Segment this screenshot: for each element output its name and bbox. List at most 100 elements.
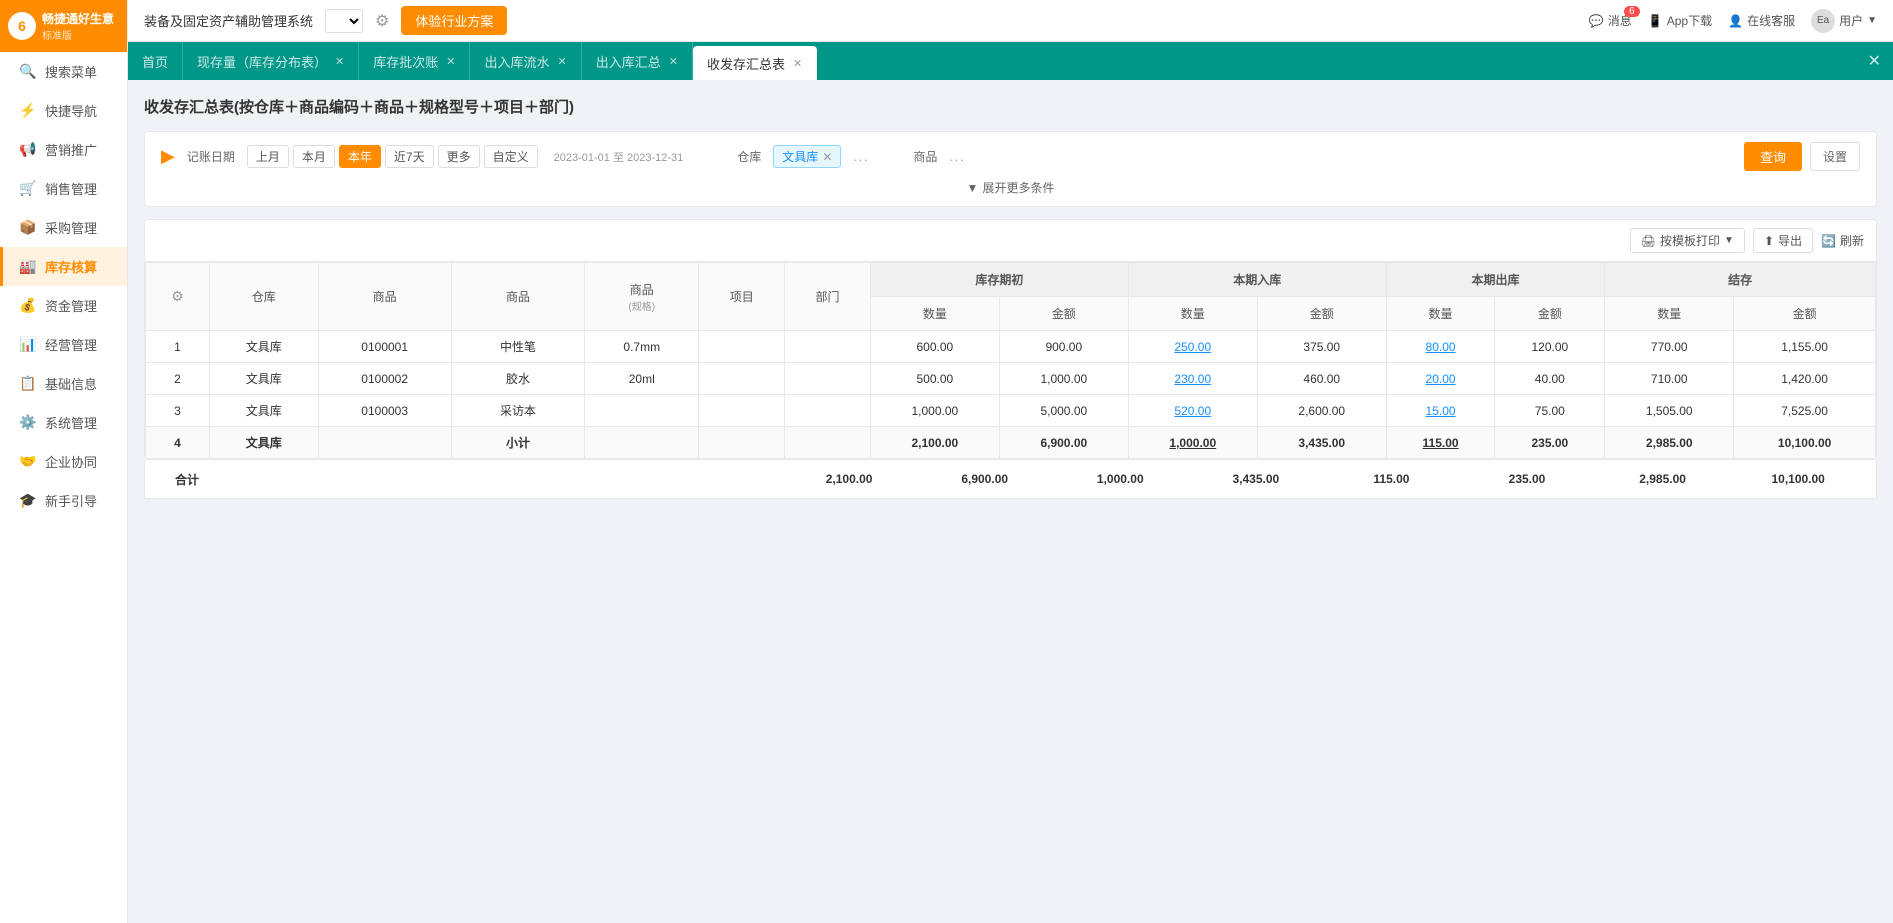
message-btn[interactable]: 💬 消息 6	[1589, 12, 1632, 29]
tab-[interactable]: 出入库汇总✕	[582, 42, 693, 80]
inventory-icon: 🏭	[19, 258, 37, 275]
warehouse-tag-close[interactable]: ✕	[822, 150, 832, 164]
row-idx: 2	[146, 363, 210, 395]
date-btn-this-year[interactable]: 本年	[339, 145, 381, 168]
tab-[interactable]: 现存量（库存分布表）✕	[183, 42, 359, 80]
date-btn-last-month[interactable]: 上月	[247, 145, 289, 168]
tab-[interactable]: 库存批次账✕	[359, 42, 470, 80]
row-in-qty[interactable]: 1,000.00	[1128, 427, 1257, 459]
app-download-btn[interactable]: 📱 App下载	[1648, 12, 1712, 29]
tab-close-icon[interactable]: ✕	[335, 55, 344, 68]
row-in-qty[interactable]: 250.00	[1128, 331, 1257, 363]
sidebar-item-search[interactable]: 🔍搜索菜单	[0, 52, 127, 91]
row-open-qty: 1,000.00	[870, 395, 999, 427]
outbound-qty-link[interactable]: 15.00	[1426, 404, 1456, 418]
tab-[interactable]: 收发存汇总表✕	[693, 46, 817, 80]
filter-toggle-icon[interactable]: ▶	[161, 146, 175, 167]
sidebar-item-ops[interactable]: 📊经营管理	[0, 325, 127, 364]
table-row: 3 文具库 0100003 采访本 1,000.00 5,000.00 520.…	[146, 395, 1876, 427]
sidebar-item-system[interactable]: ⚙️系统管理	[0, 403, 127, 442]
print-btn[interactable]: 🖨 按模板打印 ▼	[1630, 228, 1745, 253]
row-out-qty[interactable]: 80.00	[1386, 331, 1495, 363]
outbound-qty-subtotal: 115.00	[1423, 436, 1459, 450]
row-warehouse: 文具库	[209, 395, 318, 427]
date-btn-custom[interactable]: 自定义	[484, 145, 538, 168]
tab-bar-close-btn[interactable]: ✕	[1856, 51, 1893, 71]
footer-bal-amt: 10,100.00	[1730, 468, 1866, 490]
user-menu[interactable]: Ea 用户 ▼	[1811, 9, 1877, 33]
sidebar-item-basic[interactable]: 📋基础信息	[0, 364, 127, 403]
row-name: 中性笔	[451, 331, 584, 363]
tab-[interactable]: 出入库流水✕	[470, 42, 581, 80]
date-btn-more[interactable]: 更多	[438, 145, 480, 168]
date-btn-7days[interactable]: 近7天	[385, 145, 434, 168]
gear-icon[interactable]: ⚙	[375, 11, 389, 31]
row-in-qty[interactable]: 520.00	[1128, 395, 1257, 427]
quick-icon: ⚡	[19, 102, 37, 119]
th-settings[interactable]: ⚙	[146, 263, 210, 331]
tab-close-icon[interactable]: ✕	[446, 55, 455, 68]
row-code: 0100003	[318, 395, 451, 427]
th-in-amt: 金额	[1257, 297, 1386, 331]
sidebar-item-label: 快捷导航	[45, 101, 97, 120]
date-range-display: 2023-01-01 至 2023-12-31	[554, 149, 684, 165]
export-btn[interactable]: ⬆ 导出	[1753, 228, 1813, 253]
sidebar-item-inventory[interactable]: 🏭库存核算	[0, 247, 127, 286]
row-in-qty[interactable]: 230.00	[1128, 363, 1257, 395]
goods-dots[interactable]: ...	[949, 150, 965, 164]
footer-placeholder-4	[646, 475, 782, 483]
date-btn-this-month[interactable]: 本月	[293, 145, 335, 168]
row-bal-qty: 2,985.00	[1605, 427, 1734, 459]
row-out-amt: 75.00	[1495, 395, 1605, 427]
refresh-btn[interactable]: 🔄 刷新	[1821, 232, 1864, 249]
th-bal-amt: 金额	[1734, 297, 1876, 331]
warehouse-label: 仓库	[737, 148, 761, 165]
query-btn[interactable]: 查询	[1744, 142, 1802, 171]
footer-in-qty: 1,000.00	[1052, 468, 1188, 490]
tab-[interactable]: 首页	[128, 42, 183, 80]
refresh-icon: 🔄	[1821, 234, 1836, 248]
sidebar-item-guide[interactable]: 🎓新手引导	[0, 481, 127, 520]
sidebar-item-quick[interactable]: ⚡ 快捷导航	[0, 91, 127, 130]
outbound-qty-link[interactable]: 20.00	[1426, 372, 1456, 386]
inbound-qty-link[interactable]: 230.00	[1174, 372, 1211, 386]
sidebar-item-purchase[interactable]: 📦采购管理	[0, 208, 127, 247]
online-service-btn[interactable]: 👤 在线客服	[1728, 12, 1795, 29]
experience-btn[interactable]: 体验行业方案	[401, 6, 507, 35]
sidebar-item-sales[interactable]: 🛒销售管理	[0, 169, 127, 208]
row-project	[699, 363, 785, 395]
sidebar-logo[interactable]: 6 畅捷通好生意 标准版	[0, 0, 127, 52]
expand-btn[interactable]: ▼ 展开更多条件	[967, 179, 1055, 196]
tab-close-icon[interactable]: ✕	[793, 57, 802, 70]
row-out-qty[interactable]: 15.00	[1386, 395, 1495, 427]
row-code: 0100002	[318, 363, 451, 395]
tab-close-icon[interactable]: ✕	[669, 55, 678, 68]
sidebar-item-finance[interactable]: 💰资金管理	[0, 286, 127, 325]
tab-close-icon[interactable]: ✕	[558, 55, 567, 68]
app-logo-icon: 6	[8, 12, 36, 40]
sidebar-item-label: 采购管理	[45, 218, 97, 237]
system-title: 装备及固定资产辅助管理系统	[144, 11, 313, 30]
inbound-qty-link[interactable]: 250.00	[1174, 340, 1211, 354]
outbound-qty-link[interactable]: 80.00	[1426, 340, 1456, 354]
header-left: 装备及固定资产辅助管理系统 ⚙ 体验行业方案	[144, 6, 507, 35]
header-right: 💬 消息 6 📱 App下载 👤 在线客服 Ea 用户 ▼	[1589, 9, 1877, 33]
footer-in-amt: 3,435.00	[1188, 468, 1324, 490]
sidebar-item-corp[interactable]: 🤝企业协同	[0, 442, 127, 481]
settings-btn[interactable]: 设置	[1810, 142, 1860, 171]
row-out-qty[interactable]: 20.00	[1386, 363, 1495, 395]
corp-icon: 🤝	[19, 453, 37, 470]
system-selector[interactable]	[325, 9, 363, 33]
row-out-qty[interactable]: 115.00	[1386, 427, 1495, 459]
avatar: Ea	[1811, 9, 1835, 33]
filter-row: ▶ 记账日期 上月 本月 本年 近7天 更多 自定义 2023-01-01 至 …	[161, 142, 1860, 171]
print-icon: 🖨	[1641, 234, 1656, 248]
inbound-qty-link[interactable]: 520.00	[1174, 404, 1211, 418]
row-out-amt: 40.00	[1495, 363, 1605, 395]
sidebar-item-marketing[interactable]: 📢营销推广	[0, 130, 127, 169]
tab-bar: 首页现存量（库存分布表）✕库存批次账✕出入库流水✕出入库汇总✕收发存汇总表✕ ✕	[128, 42, 1893, 80]
row-dept	[785, 331, 871, 363]
warehouse-dots[interactable]: ...	[853, 150, 869, 164]
warehouse-value: 文具库	[782, 148, 818, 165]
row-bal-amt: 10,100.00	[1734, 427, 1876, 459]
